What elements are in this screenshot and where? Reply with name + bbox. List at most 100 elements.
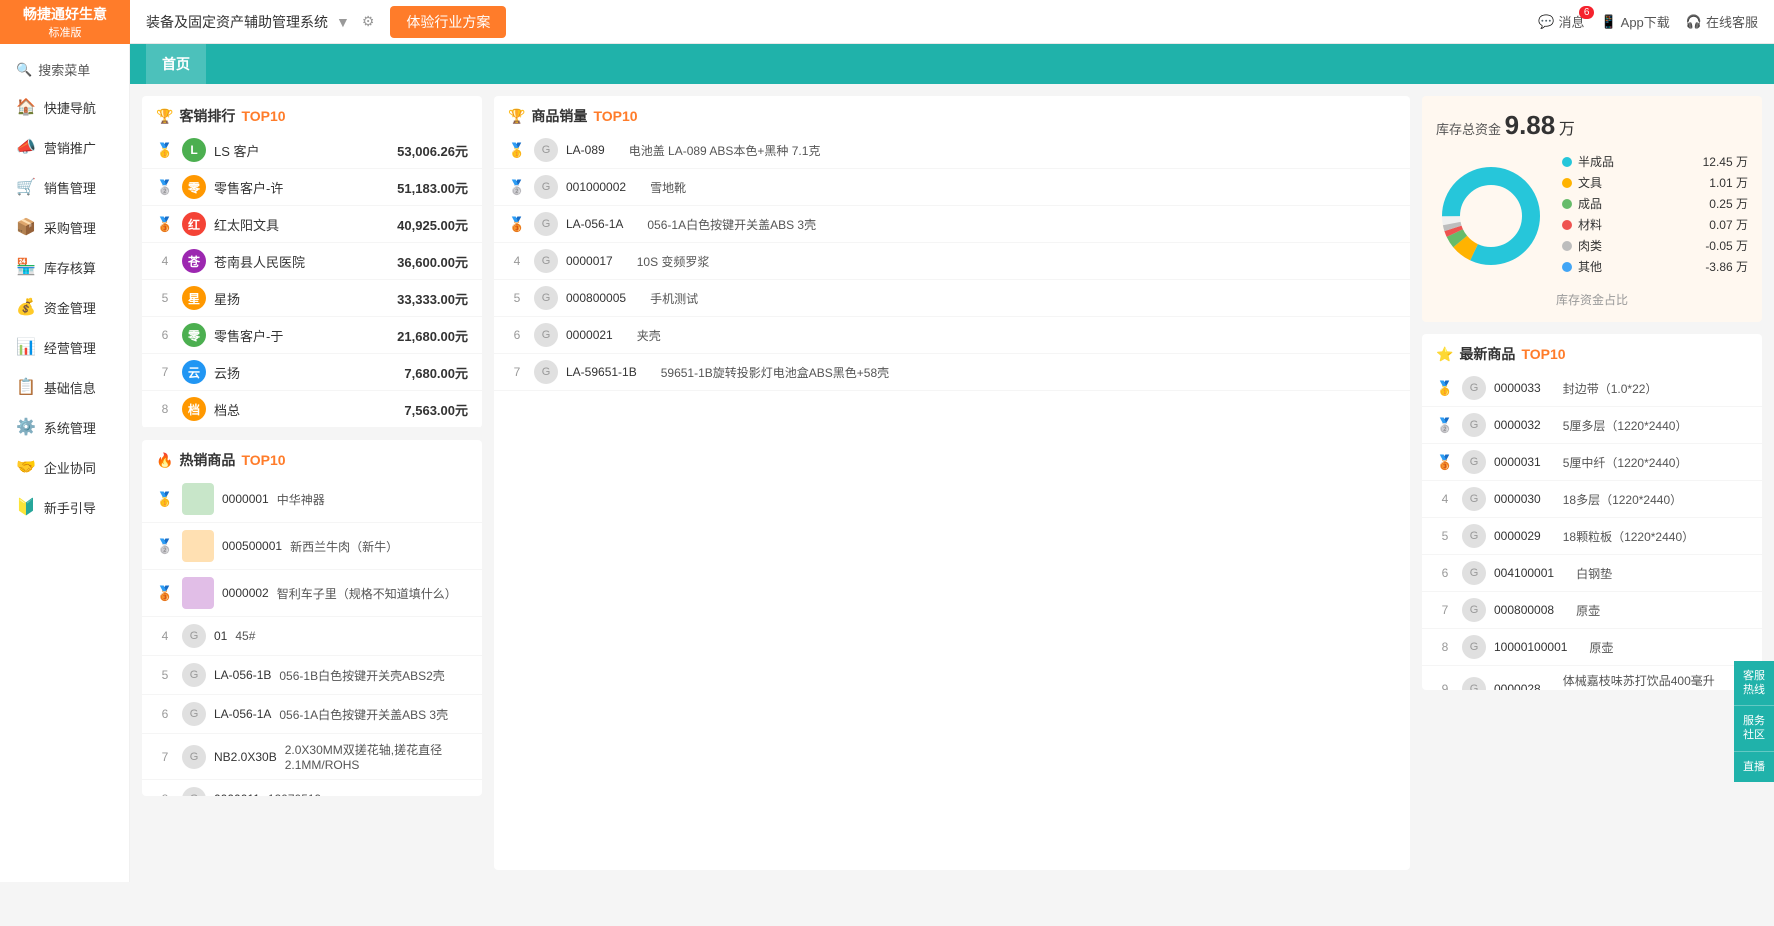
product-code: 0000017 (566, 254, 613, 268)
product-placeholder: G (182, 787, 206, 796)
clipboard-icon: 📋 (16, 377, 36, 397)
online-service-button[interactable]: 🎧 在线客服 (1686, 12, 1758, 31)
sidebar-item-marketing[interactable]: 📣 营销推广 (0, 127, 129, 167)
latest-prod-row[interactable]: 🥇 G 0000033 封边带（1.0*22） (1422, 370, 1762, 407)
legend-dot-stationery (1562, 178, 1572, 188)
hot-products-left-card: 🔥 热销商品 TOP10 🥇 0000001 中华神器 (142, 440, 482, 796)
mid-hot-prod-row[interactable]: 4 G 0000017 10S 变频罗浆 (494, 243, 1410, 280)
mid-hot-prod-row[interactable]: 7 G LA-59651-1B 59651-1B旋转投影灯电池盒ABS黑色+58… (494, 354, 1410, 391)
legend-item: 成品 0.25 万 (1562, 195, 1748, 212)
sidebar-search[interactable]: 🔍 搜索菜单 (0, 52, 129, 87)
message-button[interactable]: 💬 消息 6 (1538, 12, 1584, 31)
latest-prod-row[interactable]: 🥉 G 0000031 5厘中纤（1220*2440） (1422, 444, 1762, 481)
product-placeholder: G (1462, 677, 1486, 690)
latest-prod-row[interactable]: 5 G 0000029 18颗粒板（1220*2440） (1422, 518, 1762, 555)
mid-hot-prod-row[interactable]: 5 G 000800005 手机测试 (494, 280, 1410, 317)
customer-rank-row[interactable]: 🥉 红 红太阳文具 40,925.00元 (142, 206, 482, 243)
hot-prod-row[interactable]: 🥉 0000002 智利车子里（规格不知道填什么） (142, 570, 482, 617)
sidebar-item-operation[interactable]: 📊 经营管理 (0, 327, 129, 367)
customer-ranking-card: 🏆 客销排行 TOP10 🥇 L LS 客户 53,006.26元 (142, 96, 482, 428)
customer-value: 53,006.26元 (397, 141, 468, 160)
legend-value: 12.45 万 (1703, 153, 1748, 170)
sidebar-item-new-guide[interactable]: 🔰 新手引导 (0, 487, 129, 527)
product-name: 白钢垫 (1576, 565, 1748, 582)
gold-medal-icon: 🥇 (508, 141, 526, 159)
system-dropdown-arrow[interactable]: ▼ (336, 14, 350, 30)
sidebar-item-sys-mgmt[interactable]: ⚙️ 系统管理 (0, 407, 129, 447)
service-community-button[interactable]: 服务社区 (1734, 705, 1774, 751)
customer-rank-row[interactable]: 🥇 L LS 客户 53,006.26元 (142, 132, 482, 169)
hot-prod-row[interactable]: 6 G LA-056-1A 056-1A白色按键开关盖ABS 3壳 (142, 695, 482, 734)
latest-prod-row[interactable]: 4 G 0000030 18多层（1220*2440） (1422, 481, 1762, 518)
sidebar: 🔍 搜索菜单 🏠 快捷导航 📣 营销推广 🛒 销售管理 📦 采购管理 🏪 库存核… (0, 44, 130, 882)
mid-hot-prod-row[interactable]: 6 G 0000021 夹壳 (494, 317, 1410, 354)
service-buttons: 客服热线 服务社区 直播 (1734, 661, 1774, 782)
product-code: 000800008 (1494, 603, 1554, 617)
sidebar-item-finance[interactable]: 💰 资金管理 (0, 287, 129, 327)
hot-prod-row[interactable]: 🥈 000500001 新西兰牛肉（新牛） (142, 523, 482, 570)
customer-rank-row[interactable]: 6 零 零售客户-于 21,680.00元 (142, 317, 482, 354)
hot-prod-row[interactable]: 🥇 0000001 中华神器 (142, 476, 482, 523)
service-hotline-button[interactable]: 客服热线 (1734, 661, 1774, 706)
customer-value: 21,680.00元 (397, 326, 468, 345)
customer-rank-row[interactable]: 7 云 云扬 7,680.00元 (142, 354, 482, 391)
latest-prod-row[interactable]: 7 G 000800008 原壶 (1422, 592, 1762, 629)
legend-dot-other (1562, 262, 1572, 272)
legend-name: 成品 (1578, 195, 1703, 212)
sidebar-item-basic-info[interactable]: 📋 基础信息 (0, 367, 129, 407)
mid-hot-prod-row[interactable]: 🥇 G LA-089 电池盖 LA-089 ABS本色+黑种 7.1克 (494, 132, 1410, 169)
hot-prod-row[interactable]: 8 G 0000011 12070519-xs (142, 780, 482, 796)
rank-number: 4 (508, 254, 526, 268)
product-name: 智利车子里（规格不知道填什么） (277, 585, 468, 602)
latest-prod-row[interactable]: 🥈 G 0000032 5厘多层（1220*2440） (1422, 407, 1762, 444)
product-placeholder: G (1462, 635, 1486, 659)
product-name: 雪地靴 (650, 179, 1396, 196)
sidebar-item-corp-collab[interactable]: 🤝 企业协同 (0, 447, 129, 487)
gear-icon[interactable]: ⚙ (362, 13, 375, 30)
customer-rank-row[interactable]: 4 苍 苍南县人民医院 36,600.00元 (142, 243, 482, 280)
hot-prod-row[interactable]: 4 G 01 45# (142, 617, 482, 656)
customer-rank-row[interactable]: 5 星 星扬 33,333.00元 (142, 280, 482, 317)
rank-number: 6 (508, 328, 526, 342)
customer-rank-row[interactable]: 🥈 零 零售客户-许 51,183.00元 (142, 169, 482, 206)
product-placeholder: G (1462, 598, 1486, 622)
mid-hot-prod-row[interactable]: 🥈 G 001000002 雪地靴 (494, 169, 1410, 206)
service-desk-button[interactable]: 直播 (1734, 751, 1774, 782)
nav-home[interactable]: 首页 (146, 44, 206, 84)
product-code: LA-056-1A (566, 217, 623, 231)
mid-hot-prod-row[interactable]: 🥉 G LA-056-1A 056-1A白色按键开关盖ABS 3壳 (494, 206, 1410, 243)
latest-prod-row[interactable]: 9 G 0000028 体械嘉枝味苏打饮品400毫升（1*15） (1422, 666, 1762, 690)
inventory-summary-label: 库存总资金 9.88 万 (1436, 110, 1748, 141)
legend-dot-material (1562, 220, 1572, 230)
latest-prod-row[interactable]: 8 G 10000100001 原壶 (1422, 629, 1762, 666)
silver-medal-icon: 🥈 (156, 537, 174, 555)
product-code: 000800005 (566, 291, 626, 305)
product-name: 59651-1B旋转投影灯电池盒ABS黑色+58壳 (661, 364, 1396, 381)
app-download-button[interactable]: 📱 App下载 (1600, 12, 1669, 31)
product-code: 004100001 (1494, 566, 1554, 580)
product-placeholder: G (182, 624, 206, 648)
sidebar-item-quick-nav[interactable]: 🏠 快捷导航 (0, 87, 129, 127)
sidebar-item-purchase[interactable]: 📦 采购管理 (0, 207, 129, 247)
customer-ranking-title: 🏆 客销排行 TOP10 (142, 96, 482, 132)
content: 🏆 客销排行 TOP10 🥇 L LS 客户 53,006.26元 (130, 84, 1774, 882)
megaphone-icon: 📣 (16, 137, 36, 157)
trial-button[interactable]: 体验行业方案 (390, 6, 506, 38)
product-placeholder: G (1462, 376, 1486, 400)
product-placeholder: G (1462, 413, 1486, 437)
latest-prod-row[interactable]: 6 G 004100001 白钢垫 (1422, 555, 1762, 592)
sidebar-item-inventory[interactable]: 🏪 库存核算 (0, 247, 129, 287)
rank-number: 6 (156, 328, 174, 342)
middle-hot-products-label: 商品销量 (531, 106, 587, 126)
product-code: LA-056-1B (214, 668, 271, 682)
product-name: 10S 变频罗浆 (637, 253, 1396, 270)
hot-prod-row[interactable]: 7 G NB2.0X30B 2.0X30MM双搓花轴,搓花直径2.1MM/ROH… (142, 734, 482, 780)
customer-rank-row[interactable]: 8 档 档总 7,563.00元 (142, 391, 482, 428)
product-code: LA-056-1A (214, 707, 271, 721)
latest-products-card: ⭐ 最新商品 TOP10 🥇 G 0000033 封边带（1.0*22） (1422, 334, 1762, 690)
bronze-medal-icon: 🥉 (508, 215, 526, 233)
sidebar-item-sales[interactable]: 🛒 销售管理 (0, 167, 129, 207)
rank-number: 4 (156, 629, 174, 643)
hot-prod-row[interactable]: 5 G LA-056-1B 056-1B白色按键开关壳ABS2壳 (142, 656, 482, 695)
system-selector[interactable]: 装备及固定资产辅助管理系统 ▼ ⚙ (146, 12, 374, 32)
